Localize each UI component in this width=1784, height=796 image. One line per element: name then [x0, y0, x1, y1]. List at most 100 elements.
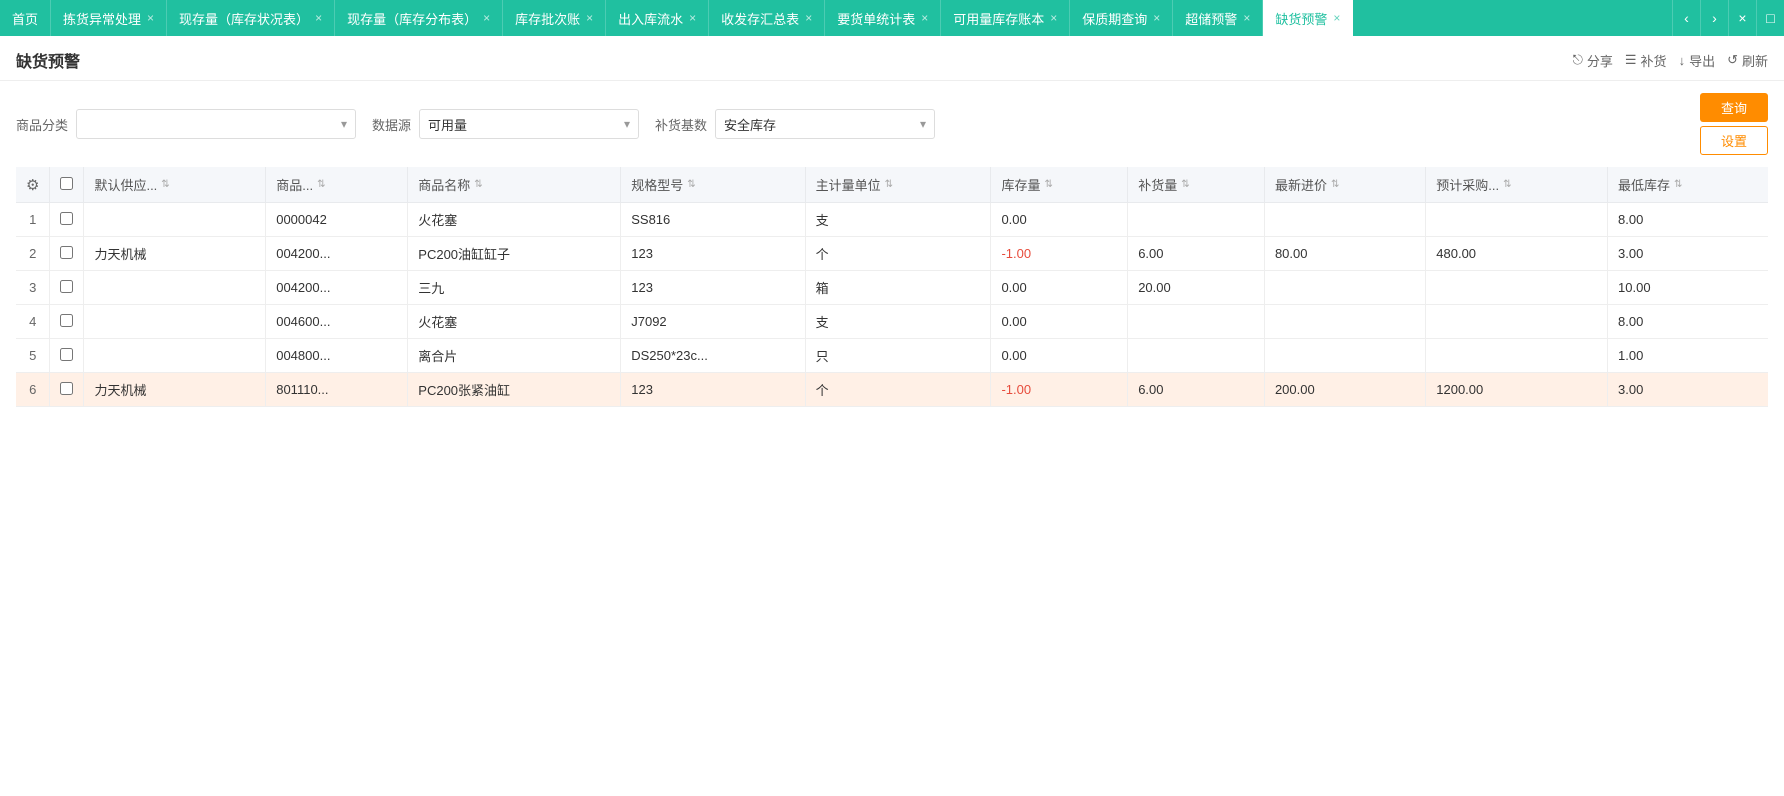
col-code-sort[interactable]: 商品... ⇅ — [276, 175, 325, 194]
row-spec: 123 — [621, 373, 805, 407]
share-button[interactable]: ⎋ 分享 — [1573, 51, 1613, 70]
tab-overstock[interactable]: 超储预警 × — [1173, 0, 1263, 36]
row-unit: 箱 — [805, 271, 991, 305]
gear-icon[interactable]: ⚙ — [26, 177, 39, 194]
sort-latest-price-icon: ⇅ — [1331, 179, 1339, 190]
tab-close-shortage[interactable]: × — [1333, 11, 1340, 25]
tab-inout[interactable]: 出入库流水 × — [606, 0, 709, 36]
tab-prev-btn[interactable]: ‹ — [1672, 0, 1700, 36]
datasource-select[interactable]: 可用量 ▾ — [419, 109, 639, 139]
row-min-stock: 8.00 — [1608, 305, 1768, 339]
row-checkbox-cell[interactable] — [50, 305, 84, 339]
select-all-checkbox[interactable] — [60, 177, 73, 190]
tab-available[interactable]: 可用量库存账本 × — [941, 0, 1070, 36]
replenish-button[interactable]: ☰ 补货 — [1625, 51, 1667, 70]
row-name: PC200张紧油缸 — [408, 373, 621, 407]
col-latest-price[interactable]: 最新进价 ⇅ — [1264, 167, 1425, 203]
tab-picking[interactable]: 拣货异常处理 × — [51, 0, 167, 36]
col-min-stock[interactable]: 最低库存 ⇅ — [1608, 167, 1768, 203]
row-stock: 0.00 — [991, 271, 1128, 305]
category-select[interactable]: ▾ — [76, 109, 356, 139]
row-latest-price: 80.00 — [1264, 237, 1425, 271]
row-stock: 0.00 — [991, 203, 1128, 237]
col-stock-sort[interactable]: 库存量 ⇅ — [1001, 175, 1052, 194]
col-replenish-sort[interactable]: 补货量 ⇅ — [1138, 175, 1189, 194]
tab-inventory-status[interactable]: 现存量（库存状况表） × — [167, 0, 335, 36]
tab-close-summary[interactable]: × — [805, 11, 812, 25]
col-unit-sort[interactable]: 主计量单位 ⇅ — [816, 175, 893, 194]
tab-close-inventory-dist[interactable]: × — [483, 11, 490, 25]
row-checkbox[interactable] — [60, 212, 73, 225]
col-supplier-sort[interactable]: 默认供应... ⇅ — [94, 175, 169, 194]
col-supplier[interactable]: 默认供应... ⇅ — [84, 167, 266, 203]
tab-close-inventory-status[interactable]: × — [315, 11, 322, 25]
row-number: 4 — [16, 305, 50, 339]
row-checkbox-cell[interactable] — [50, 373, 84, 407]
row-checkbox-cell[interactable] — [50, 271, 84, 305]
tab-close-window-btn[interactable]: × — [1728, 0, 1756, 36]
tab-close-overstock[interactable]: × — [1243, 11, 1250, 25]
row-code: 004200... — [266, 237, 408, 271]
tab-summary[interactable]: 收发存汇总表 × — [709, 0, 825, 36]
col-replenish[interactable]: 补货量 ⇅ — [1128, 167, 1265, 203]
col-unit[interactable]: 主计量单位 ⇅ — [805, 167, 991, 203]
export-button[interactable]: ↓ 导出 — [1679, 51, 1716, 70]
tab-close-batch[interactable]: × — [586, 11, 593, 25]
row-checkbox-cell[interactable] — [50, 339, 84, 373]
row-spec: SS816 — [621, 203, 805, 237]
row-checkbox-cell[interactable] — [50, 203, 84, 237]
row-supplier — [84, 305, 266, 339]
col-stock[interactable]: 库存量 ⇅ — [991, 167, 1128, 203]
row-latest-price — [1264, 305, 1425, 339]
replenish-select[interactable]: 安全库存 ▾ — [715, 109, 935, 139]
col-name[interactable]: 商品名称 ⇅ — [408, 167, 621, 203]
col-gear[interactable]: ⚙ — [16, 167, 50, 203]
refresh-button[interactable]: ↺ 刷新 — [1727, 51, 1768, 70]
row-replenish — [1128, 203, 1265, 237]
col-est-purchase[interactable]: 预计采购... ⇅ — [1426, 167, 1608, 203]
row-number: 5 — [16, 339, 50, 373]
tab-batch[interactable]: 库存批次账 × — [503, 0, 606, 36]
tab-shortage[interactable]: 缺货预警 × — [1263, 0, 1353, 36]
col-checkbox[interactable] — [50, 167, 84, 203]
query-button[interactable]: 查询 — [1700, 93, 1768, 122]
row-checkbox[interactable] — [60, 382, 73, 395]
tab-close-demand[interactable]: × — [921, 11, 928, 25]
tab-close-expiry[interactable]: × — [1153, 11, 1160, 25]
row-checkbox[interactable] — [60, 348, 73, 361]
row-checkbox[interactable] — [60, 246, 73, 259]
col-latest-price-sort[interactable]: 最新进价 ⇅ — [1275, 175, 1339, 194]
tab-close-available[interactable]: × — [1050, 11, 1057, 25]
col-code[interactable]: 商品... ⇅ — [266, 167, 408, 203]
row-code: 004200... — [266, 271, 408, 305]
replenish-select-value: 安全库存 — [724, 115, 920, 134]
tab-close-inout[interactable]: × — [689, 11, 696, 25]
datasource-select-value: 可用量 — [428, 115, 624, 134]
row-checkbox-cell[interactable] — [50, 237, 84, 271]
row-min-stock: 3.00 — [1608, 237, 1768, 271]
table-row: 3 004200... 三九 123 箱 0.00 20.00 10.00 — [16, 271, 1768, 305]
tab-close-picking[interactable]: × — [147, 11, 154, 25]
row-unit: 个 — [805, 373, 991, 407]
row-checkbox[interactable] — [60, 314, 73, 327]
tab-inventory-dist[interactable]: 现存量（库存分布表） × — [335, 0, 503, 36]
table-row: 5 004800... 离合片 DS250*23c... 只 0.00 1.00 — [16, 339, 1768, 373]
settings-button[interactable]: 设置 — [1700, 126, 1768, 155]
col-name-sort[interactable]: 商品名称 ⇅ — [418, 175, 482, 194]
tab-expiry[interactable]: 保质期查询 × — [1070, 0, 1173, 36]
col-spec[interactable]: 规格型号 ⇅ — [621, 167, 805, 203]
tab-next-btn[interactable]: › — [1700, 0, 1728, 36]
row-number: 6 — [16, 373, 50, 407]
row-supplier — [84, 339, 266, 373]
tab-maximize-btn[interactable]: □ — [1756, 0, 1784, 36]
col-est-purchase-sort[interactable]: 预计采购... ⇅ — [1436, 175, 1511, 194]
row-number: 2 — [16, 237, 50, 271]
tab-home[interactable]: 首页 — [0, 0, 51, 36]
data-table: ⚙ 默认供应... ⇅ 商品... ⇅ — [16, 167, 1768, 407]
col-spec-sort[interactable]: 规格型号 ⇅ — [631, 175, 695, 194]
row-checkbox[interactable] — [60, 280, 73, 293]
row-latest-price — [1264, 203, 1425, 237]
col-min-stock-sort[interactable]: 最低库存 ⇅ — [1618, 175, 1682, 194]
tab-demand[interactable]: 要货单统计表 × — [825, 0, 941, 36]
row-number: 1 — [16, 203, 50, 237]
